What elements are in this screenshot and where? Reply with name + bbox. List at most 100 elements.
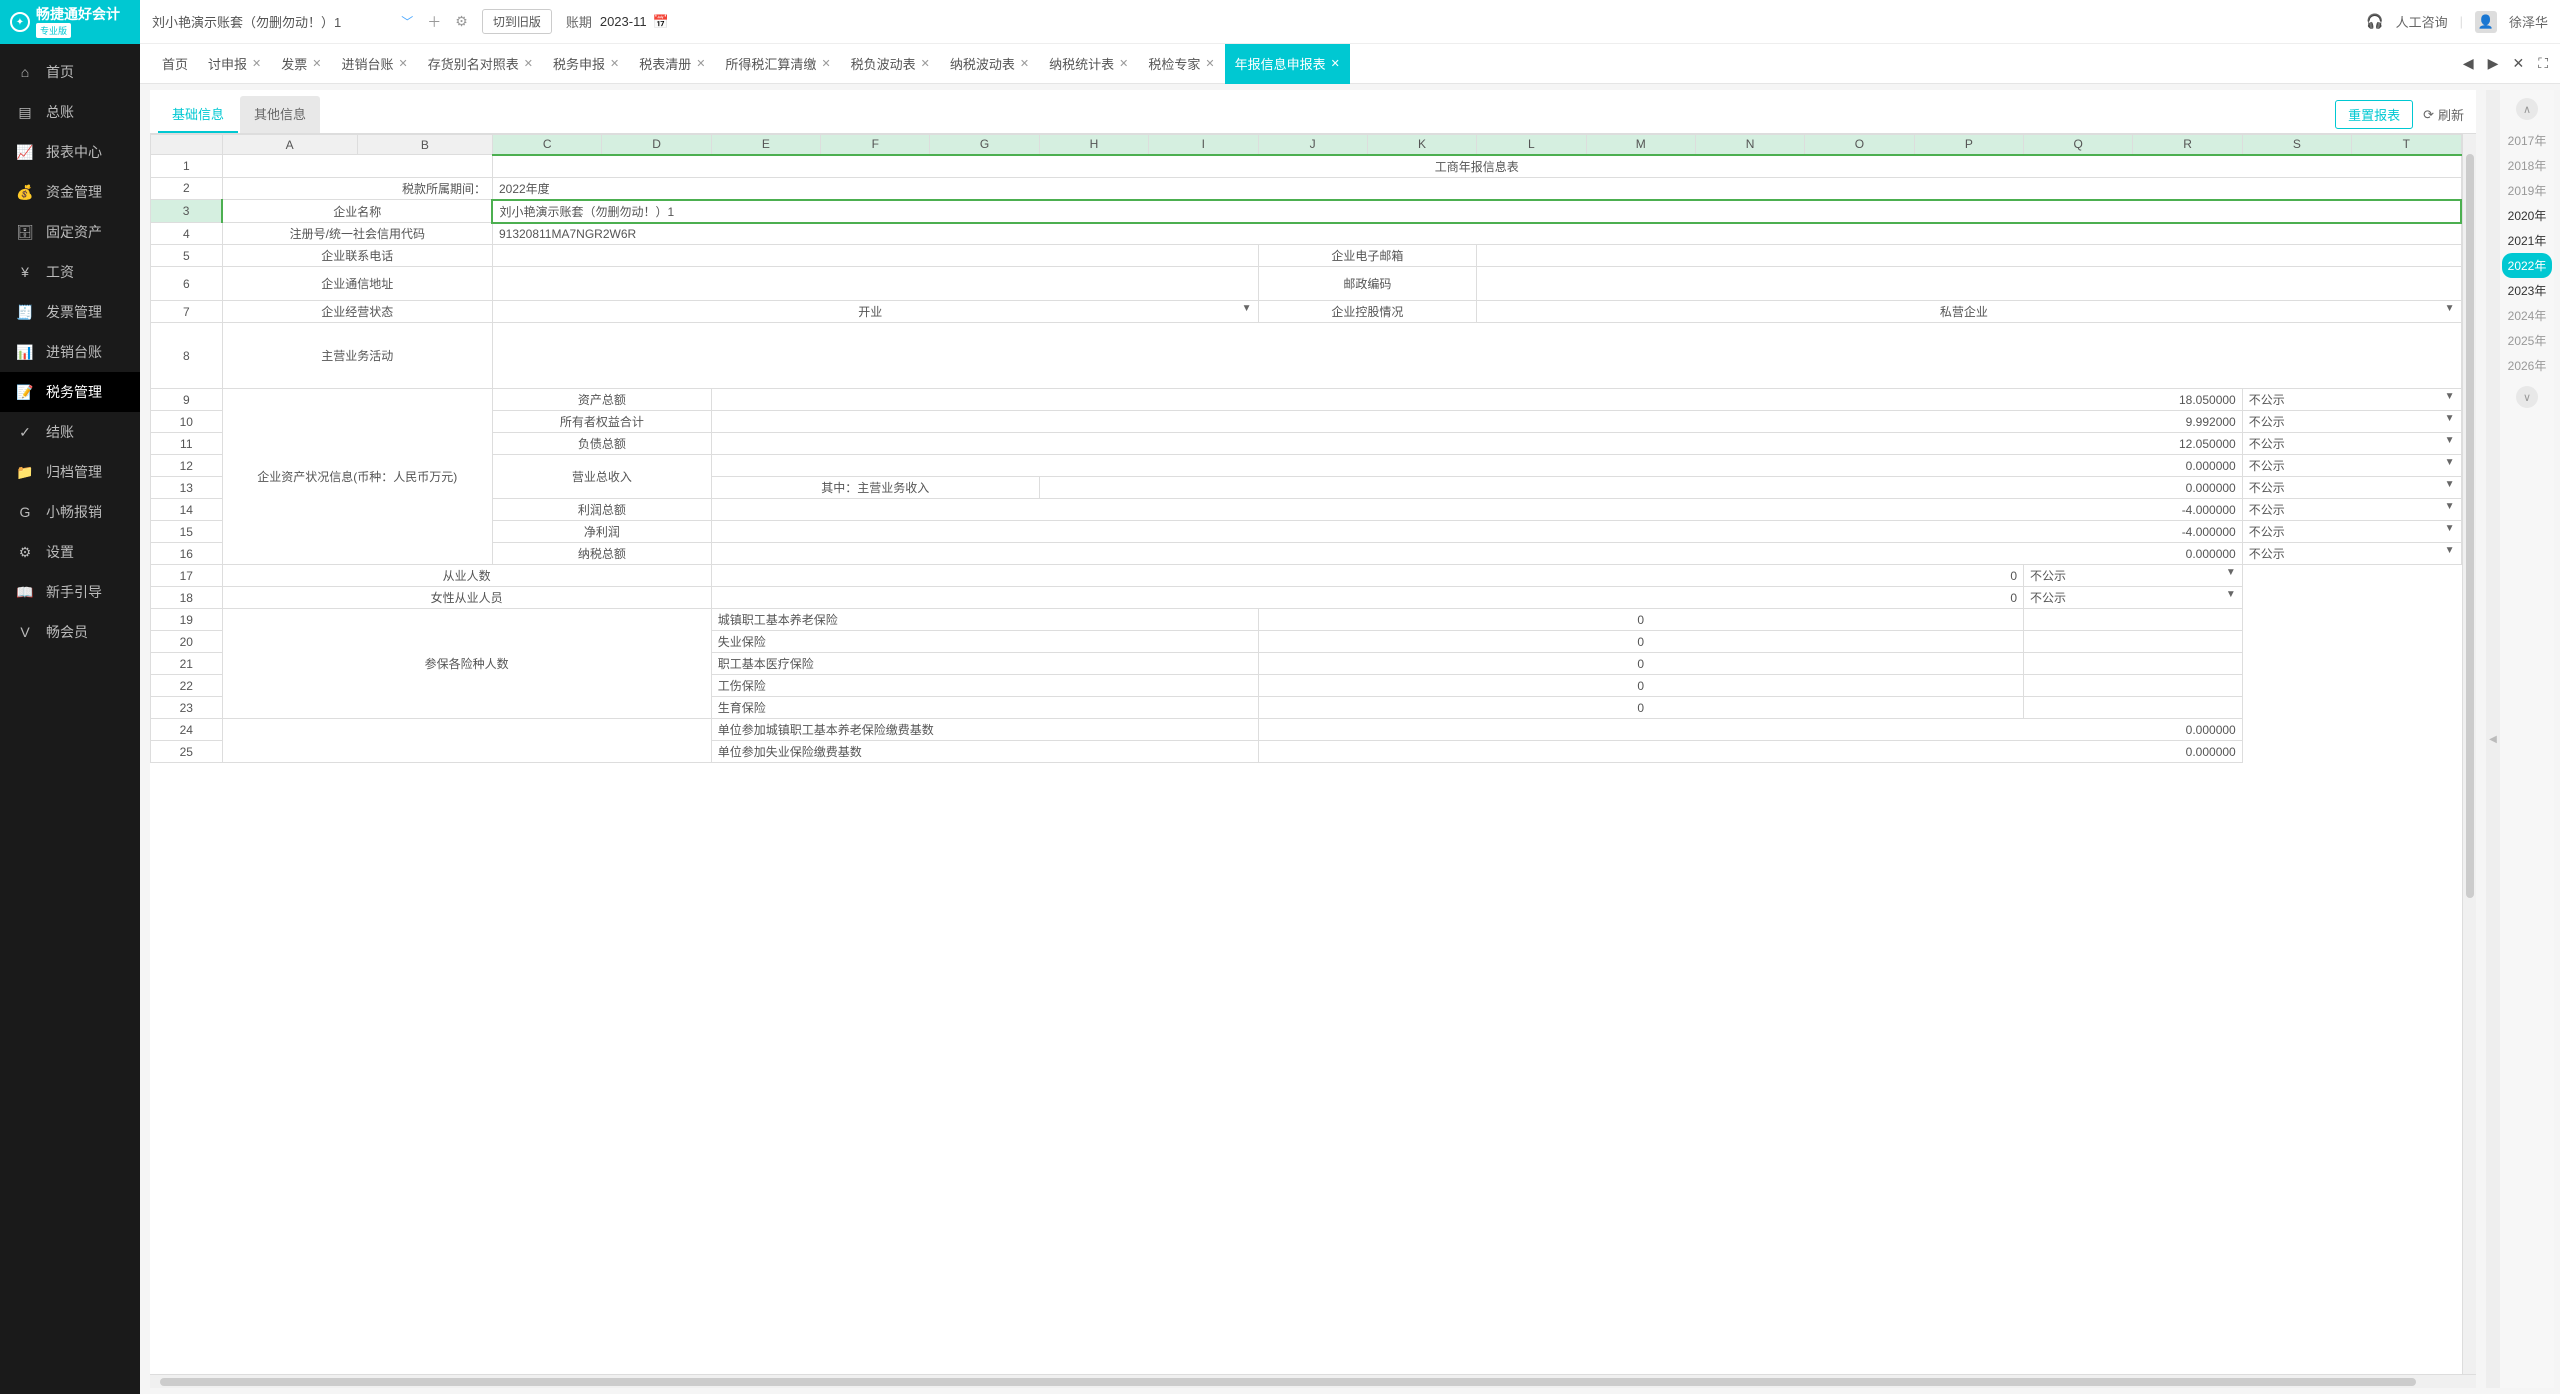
tab[interactable]: 年报信息申报表✕ [1225, 44, 1350, 84]
close-icon[interactable]: ✕ [610, 57, 619, 70]
year-item[interactable]: 2022年 [2502, 253, 2553, 278]
status-select[interactable]: 开业▼ [492, 301, 1258, 323]
column-header[interactable]: B [357, 135, 492, 155]
row-header[interactable]: 22 [151, 675, 223, 697]
fullscreen-icon[interactable]: ⛶ [2538, 55, 2548, 72]
row-header[interactable]: 1 [151, 155, 223, 178]
row-header[interactable]: 10 [151, 411, 223, 433]
row-header[interactable]: 15 [151, 521, 223, 543]
row-header[interactable]: 14 [151, 499, 223, 521]
column-header[interactable] [151, 135, 223, 155]
chevron-down-icon[interactable]: ﹀ [401, 13, 413, 30]
close-icon[interactable]: ✕ [696, 57, 705, 70]
row-header[interactable]: 8 [151, 323, 223, 389]
close-icon[interactable]: ✕ [1331, 57, 1340, 70]
row-header[interactable]: 24 [151, 719, 223, 741]
company-cell[interactable]: 刘小艳演示账套（勿删勿动！）1 [492, 200, 2461, 223]
tab[interactable]: 进销台账✕ [331, 44, 417, 84]
column-header[interactable]: J [1258, 135, 1367, 155]
row-header[interactable]: 2 [151, 177, 223, 200]
column-header[interactable]: H [1039, 135, 1148, 155]
tab[interactable]: 税务申报✕ [543, 44, 629, 84]
column-header[interactable]: K [1367, 135, 1476, 155]
tab[interactable]: 所得税汇算清缴✕ [715, 44, 840, 84]
row-header[interactable]: 5 [151, 245, 223, 267]
close-icon[interactable]: ✕ [921, 57, 930, 70]
tab[interactable]: 税负波动表✕ [841, 44, 940, 84]
column-header[interactable]: D [602, 135, 711, 155]
column-header[interactable]: O [1805, 135, 1914, 155]
close-icon[interactable]: ✕ [312, 57, 321, 70]
row-header[interactable]: 23 [151, 697, 223, 719]
row-header[interactable]: 4 [151, 223, 223, 245]
period-value[interactable]: 2023-11 [600, 14, 647, 29]
sidebar-item-asset[interactable]: 🗄固定资产 [0, 212, 140, 252]
close-icon[interactable]: ✕ [399, 57, 408, 70]
year-panel-toggle[interactable]: ◀ [2486, 90, 2500, 1388]
sidebar-item-guide[interactable]: 📖新手引导 [0, 572, 140, 612]
column-header[interactable]: C [492, 135, 601, 155]
sidebar-item-home[interactable]: ⌂首页 [0, 52, 140, 92]
year-item[interactable]: 2025年 [2502, 328, 2553, 353]
sidebar-item-invoice[interactable]: 🧾发票管理 [0, 292, 140, 332]
close-icon[interactable]: ✕ [524, 57, 533, 70]
sidebar-item-chart[interactable]: 📈报表中心 [0, 132, 140, 172]
column-header[interactable]: A [222, 135, 357, 155]
row-header[interactable]: 6 [151, 267, 223, 301]
cell[interactable]: 2022年度 [492, 177, 2461, 200]
account-selector[interactable]: 刘小艳演示账套（勿删勿动！）1 [152, 12, 341, 31]
column-header[interactable]: I [1149, 135, 1258, 155]
sidebar-item-archive[interactable]: 📁归档管理 [0, 452, 140, 492]
sidebar-item-salary[interactable]: ¥工资 [0, 252, 140, 292]
row-header[interactable]: 11 [151, 433, 223, 455]
tab[interactable]: 纳税波动表✕ [940, 44, 1039, 84]
tabs-prev-icon[interactable]: ◀ [2463, 55, 2474, 72]
row-header[interactable]: 19 [151, 609, 223, 631]
gear-icon[interactable]: ⚙ [455, 13, 468, 30]
row-header[interactable]: 12 [151, 455, 223, 477]
year-item[interactable]: 2018年 [2502, 153, 2553, 178]
sidebar-item-money[interactable]: 💰资金管理 [0, 172, 140, 212]
row-header[interactable]: 13 [151, 477, 223, 499]
close-icon[interactable]: ✕ [1205, 57, 1214, 70]
holding-select[interactable]: 私营企业▼ [1477, 301, 2461, 323]
close-icon[interactable]: ✕ [821, 57, 830, 70]
sidebar-item-purchase[interactable]: 📊进销台账 [0, 332, 140, 372]
tab[interactable]: 存货别名对照表✕ [418, 44, 543, 84]
year-item[interactable]: 2023年 [2502, 278, 2553, 303]
column-header[interactable]: L [1477, 135, 1586, 155]
year-up-icon[interactable]: ∧ [2516, 98, 2538, 120]
row-header[interactable]: 18 [151, 587, 223, 609]
column-header[interactable]: F [821, 135, 930, 155]
column-header[interactable]: E [711, 135, 820, 155]
year-item[interactable]: 2019年 [2502, 178, 2553, 203]
close-icon[interactable]: ✕ [252, 57, 261, 70]
tab-basic-info[interactable]: 基础信息 [158, 96, 238, 133]
column-header[interactable]: M [1586, 135, 1695, 155]
tabs-close-icon[interactable]: ✕ [2512, 55, 2524, 72]
column-header[interactable]: P [1914, 135, 2023, 155]
year-item[interactable]: 2026年 [2502, 353, 2553, 378]
old-version-button[interactable]: 切到旧版 [482, 9, 552, 34]
sidebar-item-settings[interactable]: ⚙设置 [0, 532, 140, 572]
calendar-icon[interactable]: 📅 [653, 14, 669, 30]
tab[interactable]: 发票✕ [271, 44, 331, 84]
row-header[interactable]: 9 [151, 389, 223, 411]
row-header[interactable]: 17 [151, 565, 223, 587]
sidebar-item-tax[interactable]: 📝税务管理 [0, 372, 140, 412]
row-header[interactable]: 7 [151, 301, 223, 323]
sidebar-item-vip[interactable]: V畅会员 [0, 612, 140, 652]
vertical-scrollbar[interactable] [2462, 134, 2476, 1374]
tab-other-info[interactable]: 其他信息 [240, 96, 320, 133]
sidebar-item-xc[interactable]: G小畅报销 [0, 492, 140, 532]
year-item[interactable]: 2020年 [2502, 203, 2553, 228]
support-link[interactable]: 人工咨询 [2396, 12, 2448, 31]
row-header[interactable]: 21 [151, 653, 223, 675]
year-item[interactable]: 2017年 [2502, 128, 2553, 153]
spreadsheet[interactable]: ABCDEFGHIJKLMNOPQRST1工商年报信息表2税款所属期间：2022… [150, 134, 2462, 1374]
close-icon[interactable]: ✕ [1119, 57, 1128, 70]
year-item[interactable]: 2024年 [2502, 303, 2553, 328]
column-header[interactable]: T [2352, 135, 2461, 155]
horizontal-scrollbar[interactable] [150, 1374, 2476, 1388]
year-item[interactable]: 2021年 [2502, 228, 2553, 253]
